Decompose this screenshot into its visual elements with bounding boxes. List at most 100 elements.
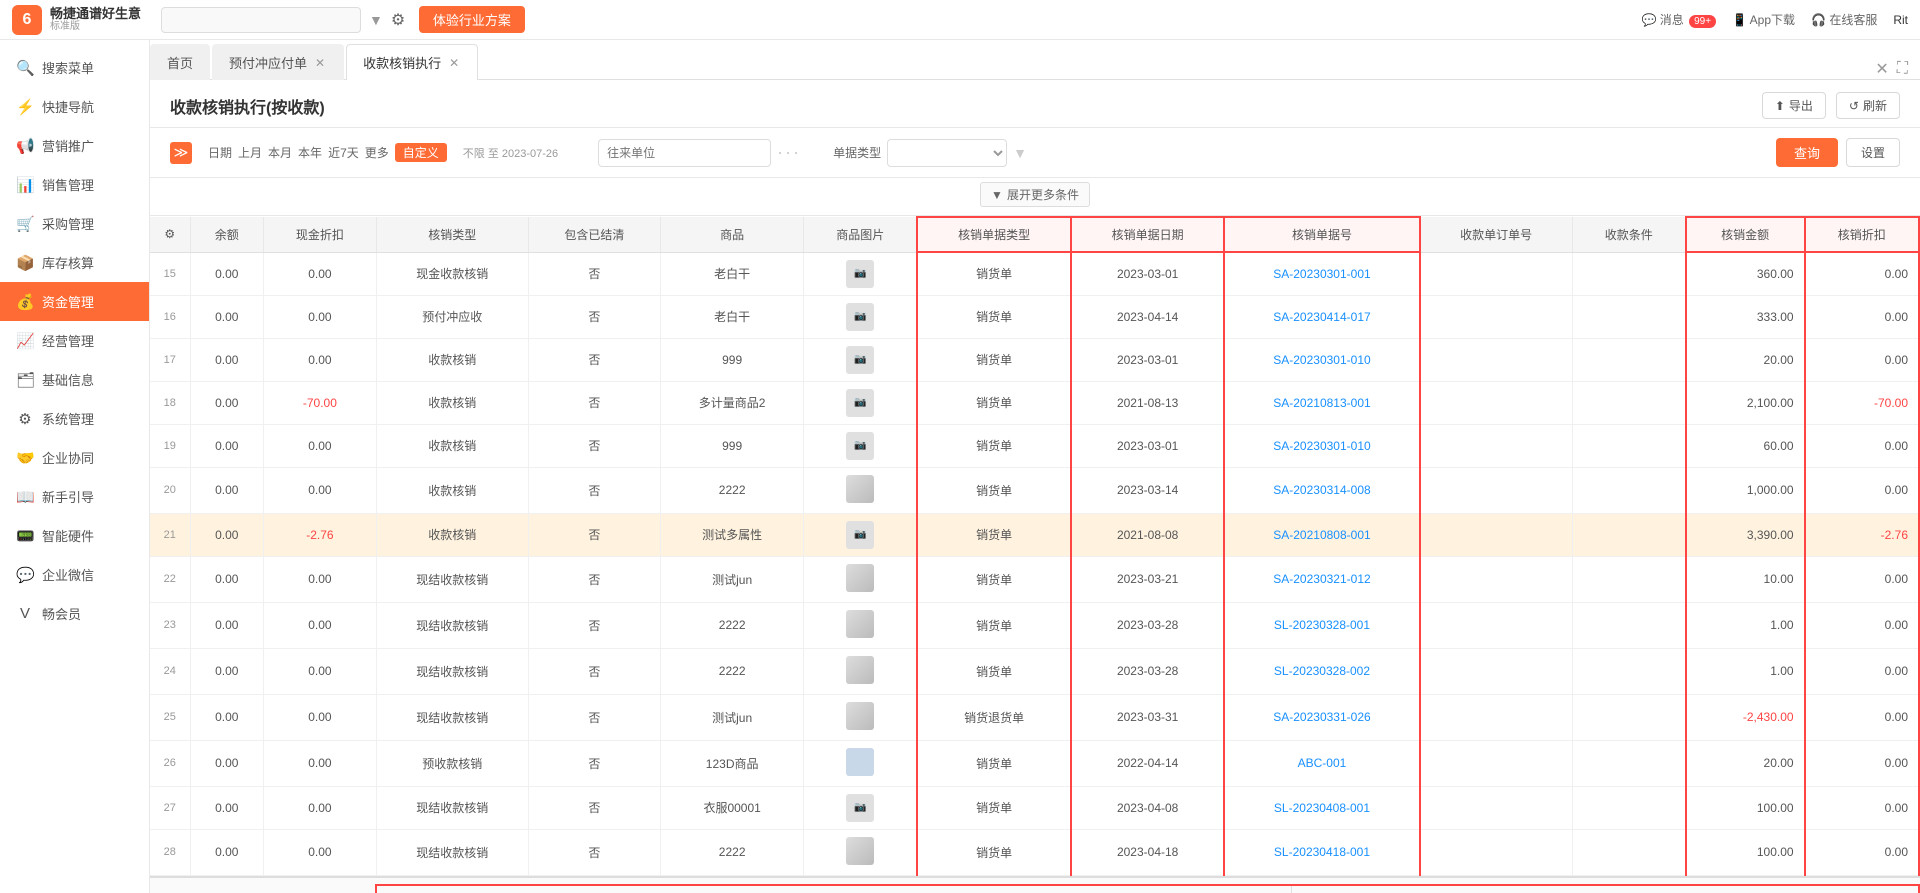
writeoff-no-link[interactable]: SA-20230301-010 (1273, 439, 1370, 453)
search-dropdown-icon[interactable]: ▼ (369, 12, 383, 28)
date-7days[interactable]: 近7天 (328, 144, 359, 161)
writeoff-no-link[interactable]: SA-20210813-001 (1273, 396, 1370, 410)
sidebar-item-shortcut[interactable]: ⚡ 快捷导航 (0, 87, 149, 126)
tab-home[interactable]: 首页 (150, 44, 210, 80)
writeoff-no-link[interactable]: SL-20230328-001 (1274, 618, 1370, 632)
filter-toggle-button[interactable]: ≫ (170, 142, 192, 164)
cell-writeoff-date: 2023-03-28 (1071, 648, 1225, 694)
writeoff-no-link[interactable]: SL-20230408-001 (1274, 801, 1370, 815)
cell-cash-discount: 0.00 (264, 424, 377, 467)
cell-writeoff-no: SA-20230301-010 (1224, 424, 1419, 467)
tab-window-maximize-icon[interactable]: ⛶ (1897, 60, 1908, 78)
settings-icon[interactable]: ⚙ (391, 10, 411, 30)
col-writeoff-no: 核销单据号 (1224, 217, 1419, 252)
marketing-icon: 📢 (16, 137, 34, 155)
cell-writeoff-voucher-type: 销货单 (917, 786, 1071, 829)
date-range-display: 不限 至 2023-07-26 (463, 145, 558, 161)
cell-writeoff-date: 2022-04-14 (1071, 740, 1225, 786)
expand-conditions-button[interactable]: ▼ 展开更多条件 (980, 182, 1090, 207)
top-search-input[interactable] (161, 7, 361, 33)
sidebar-item-basicinfo[interactable]: 🗂 基础信息 (0, 360, 149, 399)
sidebar-item-wechat[interactable]: 💬 企业微信 (0, 555, 149, 594)
cell-writeoff-amount: 100.00 (1686, 829, 1805, 875)
cell-writeoff-type: 现金收款核销 (376, 252, 528, 295)
date-this-year[interactable]: 本年 (298, 144, 322, 161)
cell-receipt-condition (1572, 513, 1686, 556)
date-more[interactable]: 更多 (365, 144, 389, 161)
cell-writeoff-type: 预付冲应收 (376, 295, 528, 338)
date-last-month[interactable]: 上月 (238, 144, 262, 161)
cell-writeoff-amount: 60.00 (1686, 424, 1805, 467)
sidebar-item-sales[interactable]: 📊 销售管理 (0, 165, 149, 204)
sidebar-item-marketing[interactable]: 📢 营销推广 (0, 126, 149, 165)
cell-product: 测试多属性 (661, 513, 804, 556)
writeoff-no-link[interactable]: SA-20210808-001 (1273, 528, 1370, 542)
date-filter-group: 日期 上月 本月 本年 近7天 更多 自定义 (208, 143, 447, 162)
sidebar-item-member[interactable]: V 畅会员 (0, 594, 149, 633)
cell-writeoff-discount: 0.00 (1805, 648, 1919, 694)
cell-receipt-order-no (1420, 602, 1573, 648)
online-service-link[interactable]: 🎧 在线客服 (1811, 11, 1877, 28)
guide-icon: 📖 (16, 488, 34, 506)
cell-writeoff-no: SA-20230331-026 (1224, 694, 1419, 740)
cell-writeoff-discount: 0.00 (1805, 829, 1919, 875)
sidebar-item-finance[interactable]: 💰 资金管理 (0, 282, 149, 321)
writeoff-no-link[interactable]: SA-20230321-012 (1273, 572, 1370, 586)
tab-advance-offset[interactable]: 预付冲应付单 ✕ (212, 44, 344, 80)
tab-window-close-icon[interactable]: ✕ (1875, 59, 1888, 79)
tab-receipt-writeoff[interactable]: 收款核销执行 ✕ (346, 44, 478, 80)
sidebar-item-purchase[interactable]: 🛒 采购管理 (0, 204, 149, 243)
basicinfo-icon: 🗂 (16, 371, 34, 389)
cell-receipt-order-no (1420, 467, 1573, 513)
writeoff-no-link[interactable]: SA-20230331-026 (1273, 710, 1370, 724)
tab1-close-icon[interactable]: ✕ (313, 56, 327, 70)
counterpart-input[interactable] (598, 139, 771, 167)
cell-writeoff-discount: 0.00 (1805, 602, 1919, 648)
cell-product-img: 📷 (804, 252, 918, 295)
cell-row-id: 21 (150, 513, 190, 556)
col-settings-icon[interactable]: ⚙ (164, 227, 175, 241)
cell-balance: 0.00 (190, 381, 264, 424)
cell-receipt-order-no (1420, 740, 1573, 786)
cell-cash-discount: 0.00 (264, 556, 377, 602)
writeoff-no-link[interactable]: SA-20230314-008 (1273, 483, 1370, 497)
query-button[interactable]: 查询 (1776, 138, 1838, 167)
date-this-month[interactable]: 本月 (268, 144, 292, 161)
export-button[interactable]: ⬆ 导出 (1762, 92, 1826, 119)
messages-link[interactable]: 💬 消息 99+ (1641, 11, 1716, 28)
filter-settings-button[interactable]: 设置 (1846, 138, 1900, 167)
col-settings: ⚙ (150, 217, 190, 252)
writeoff-no-link[interactable]: SL-20230328-002 (1274, 664, 1370, 678)
table-row: 28 0.00 0.00 现结收款核销 否 2222 销货单 2023-04-1… (150, 829, 1919, 875)
cell-product: 2222 (661, 602, 804, 648)
writeoff-no-link[interactable]: SA-20230301-001 (1273, 267, 1370, 281)
sidebar-item-sysconfig[interactable]: ⚙ 系统管理 (0, 399, 149, 438)
app-download-link[interactable]: 📱 App下载 (1732, 11, 1795, 28)
cell-product-img (804, 694, 918, 740)
cell-receipt-order-no (1420, 252, 1573, 295)
cell-balance: 0.00 (190, 602, 264, 648)
table-row: 17 0.00 0.00 收款核销 否 999 📷 销货单 2023-03-01… (150, 338, 1919, 381)
voucher-type-select[interactable] (887, 139, 1007, 167)
refresh-button[interactable]: ↺ 刷新 (1836, 92, 1900, 119)
col-writeoff-date: 核销单据日期 (1071, 217, 1225, 252)
cell-balance: 0.00 (190, 467, 264, 513)
tab2-close-icon[interactable]: ✕ (447, 56, 461, 70)
sidebar-item-inventory[interactable]: 📦 库存核算 (0, 243, 149, 282)
writeoff-no-link[interactable]: ABC-001 (1298, 756, 1347, 770)
sidebar-item-search[interactable]: 🔍 搜索菜单 (0, 48, 149, 87)
writeoff-no-link[interactable]: SA-20230301-010 (1273, 353, 1370, 367)
product-image: 📷 (846, 346, 874, 374)
sidebar-item-guide[interactable]: 📖 新手引导 (0, 477, 149, 516)
cell-balance: 0.00 (190, 513, 264, 556)
cell-product: 2222 (661, 829, 804, 875)
industry-solution-button[interactable]: 体验行业方案 (419, 6, 525, 33)
sidebar-item-collab[interactable]: 🤝 企业协同 (0, 438, 149, 477)
counterpart-picker-icon[interactable]: ··· (777, 142, 801, 163)
sidebar-item-operations[interactable]: 📈 经营管理 (0, 321, 149, 360)
writeoff-no-link[interactable]: SA-20230414-017 (1273, 310, 1370, 324)
cell-include-settled: 否 (528, 467, 660, 513)
date-custom-button[interactable]: 自定义 (395, 143, 447, 162)
sidebar-item-hardware[interactable]: 📟 智能硬件 (0, 516, 149, 555)
writeoff-no-link[interactable]: SL-20230418-001 (1274, 845, 1370, 859)
